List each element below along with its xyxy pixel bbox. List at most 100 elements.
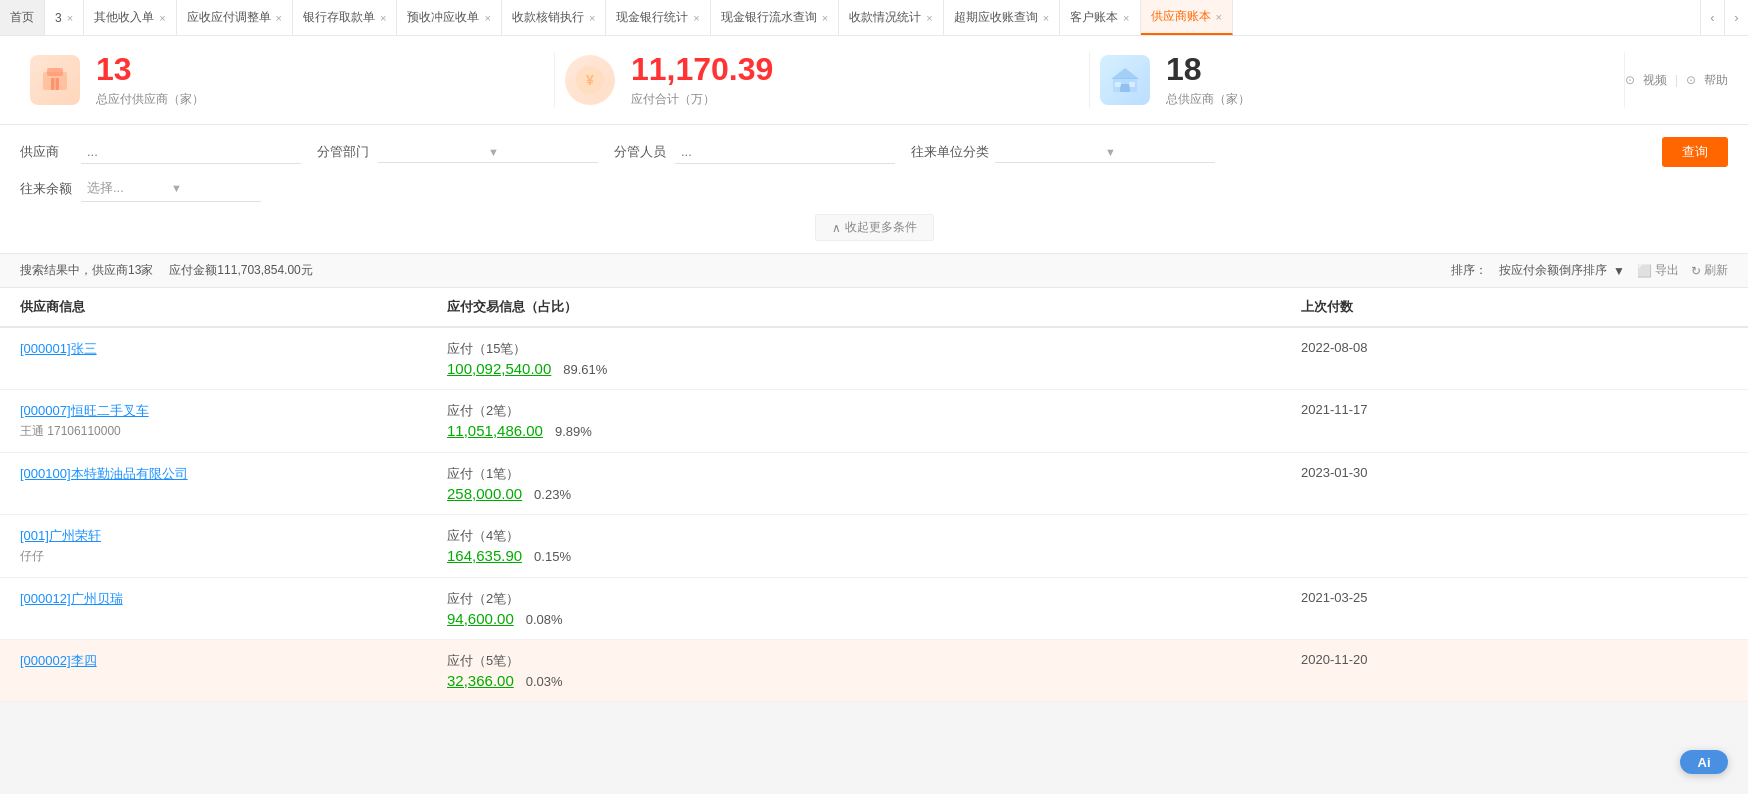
pay-percent-3: 0.15% xyxy=(534,549,571,564)
supplier-link-0[interactable]: [000001]张三 xyxy=(20,341,97,356)
pay-amount-4[interactable]: 94,600.00 xyxy=(447,610,514,627)
pay-info-cell-5: 应付（5笔）32,366.000.03% xyxy=(447,652,1301,689)
table-body: [000001]张三 应付（15笔） 100,092,540.00 89.61% 202… xyxy=(0,328,1748,702)
pay-row-2: 258,000.000.23% xyxy=(447,485,1301,502)
pay-label-0: 应付（15笔） xyxy=(447,340,1301,358)
nav-tab-customer-book[interactable]: 客户账本× xyxy=(1060,0,1140,35)
nav-tab-overdue-query[interactable]: 超期应收账查询× xyxy=(944,0,1060,35)
svg-rect-10 xyxy=(1129,82,1135,87)
nav-tab-close-ar-ap-adjust[interactable]: × xyxy=(276,12,282,24)
supplier-link-3[interactable]: [001]广州荣轩 xyxy=(20,528,101,543)
total-payable-info: 11,170.39 应付合计（万） xyxy=(631,52,773,108)
video-link[interactable]: 视频 xyxy=(1643,72,1667,89)
dept-select[interactable]: ▼ xyxy=(378,142,598,163)
pay-row-0: 100,092,540.00 89.61% xyxy=(447,360,1301,377)
pay-info-cell-2: 应付（1笔）258,000.000.23% xyxy=(447,465,1301,502)
nav-tab-ar-ap-adjust[interactable]: 应收应付调整单× xyxy=(177,0,293,35)
nav-tab-close-other-income[interactable]: × xyxy=(159,12,165,24)
pay-row-4: 94,600.00 0.08% xyxy=(447,610,1301,627)
result-supplier-count: 搜索结果中，供应商13家 xyxy=(20,262,153,279)
balance-dropdown-arrow: ▼ xyxy=(171,182,255,194)
pay-amount-0[interactable]: 100,092,540.00 xyxy=(447,360,551,377)
nav-tab-collection-stat[interactable]: 收款情况统计× xyxy=(839,0,943,35)
supplier-link-1[interactable]: [000007]恒旺二手叉车 xyxy=(20,403,149,418)
last-pay-cell-0: 2022-08-08 xyxy=(1301,340,1728,355)
supplier-link-5[interactable]: [000002]李四 xyxy=(20,653,97,668)
supplier-input[interactable] xyxy=(81,140,301,164)
result-info: 搜索结果中，供应商13家 应付金额111,703,854.00元 xyxy=(20,262,313,279)
pay-percent-0: 89.61% xyxy=(563,362,607,377)
nav-prev-arrow[interactable]: ‹ xyxy=(1700,0,1724,35)
supplier-icon xyxy=(30,55,80,105)
pay-amount-2[interactable]: 258,000.00 xyxy=(447,485,522,502)
table-row: [000002]李四 应付（5笔）32,366.000.03%2020-11-20 xyxy=(0,640,1748,702)
supplier-info-cell-2: [000100]本特勤油品有限公司 xyxy=(20,465,447,483)
money-icon: ¥ xyxy=(565,55,615,105)
col-header-supplier: 供应商信息 xyxy=(20,298,447,316)
pay-info-cell-1: 应付（2笔） 11,051,486.009.89% xyxy=(447,402,1301,439)
nav-tab-collection-verify[interactable]: 收款核销执行× xyxy=(502,0,606,35)
pay-amount-3[interactable]: 164,635.90 xyxy=(447,547,522,564)
svg-rect-9 xyxy=(1115,82,1121,87)
export-icon: ⬜ xyxy=(1637,264,1652,278)
filter-bar: 供应商 分管部门 ▼ 分管人员 往来单位分类 ▼ 查询 往来余额 选择 xyxy=(0,125,1748,254)
summary-bar: 13 总应付供应商（家） ¥ 11,170.39 应付合计（万） xyxy=(0,36,1748,125)
col-header-pay-info: 应付交易信息（占比） xyxy=(447,298,1301,316)
total-suppliers-info: 18 总供应商（家） xyxy=(1166,52,1250,108)
export-button[interactable]: ⬜ 导出 xyxy=(1637,262,1679,279)
nav-tab-close-collection-stat[interactable]: × xyxy=(926,12,932,24)
filter-row-2: 往来余额 选择... ▼ xyxy=(20,175,1728,202)
total-suppliers-label: 总供应商（家） xyxy=(1166,91,1250,108)
person-filter: 分管人员 xyxy=(614,140,895,164)
total-suppliers-count: 18 xyxy=(1166,52,1250,87)
pay-percent-4: 0.08% xyxy=(526,612,563,627)
category-select[interactable]: ▼ xyxy=(995,142,1215,163)
total-payable-label: 应付合计（万） xyxy=(631,91,773,108)
table-row: [001]广州荣轩仔仔应付（4笔）164,635.900.15% xyxy=(0,515,1748,578)
supplier-sub-3: 仔仔 xyxy=(20,548,447,565)
nav-tab-close-tab3[interactable]: × xyxy=(67,12,73,24)
nav-tab-close-bank-deposit[interactable]: × xyxy=(380,12,386,24)
nav-tab-supplier-book[interactable]: 供应商账本× xyxy=(1141,0,1233,35)
nav-tab-close-cash-bank-stat[interactable]: × xyxy=(693,12,699,24)
nav-tab-advance-charge[interactable]: 预收冲应收单× xyxy=(397,0,501,35)
balance-select[interactable]: 选择... ▼ xyxy=(81,175,261,202)
nav-tab-close-customer-book[interactable]: × xyxy=(1123,12,1129,24)
nav-tab-close-cash-bank-flow[interactable]: × xyxy=(822,12,828,24)
table-row: [000001]张三 应付（15笔） 100,092,540.00 89.61% 202… xyxy=(0,328,1748,390)
search-button[interactable]: 查询 xyxy=(1662,137,1728,167)
nav-tab-cash-bank-flow[interactable]: 现金银行流水查询× xyxy=(711,0,839,35)
col-header-last-pay: 上次付数 xyxy=(1301,298,1728,316)
pay-amount-5[interactable]: 32,366.00 xyxy=(447,672,514,689)
person-input[interactable] xyxy=(675,140,895,164)
nav-tab-tab3[interactable]: 3× xyxy=(45,0,84,35)
summary-card-total-suppliers: 18 总供应商（家） xyxy=(1090,52,1625,108)
nav-next-arrow[interactable]: › xyxy=(1724,0,1748,35)
nav-tab-close-overdue-query[interactable]: × xyxy=(1043,12,1049,24)
nav-tab-close-collection-verify[interactable]: × xyxy=(589,12,595,24)
supplier-link-2[interactable]: [000100]本特勤油品有限公司 xyxy=(20,466,188,481)
nav-tab-other-income[interactable]: 其他收入单× xyxy=(84,0,176,35)
balance-filter-label: 往来余额 xyxy=(20,180,75,198)
collapse-filter-button[interactable]: ∧ 收起更多条件 xyxy=(815,214,934,241)
filter-row-1: 供应商 分管部门 ▼ 分管人员 往来单位分类 ▼ 查询 xyxy=(20,137,1728,167)
refresh-button[interactable]: ↻ 刷新 xyxy=(1691,262,1728,279)
svg-rect-8 xyxy=(1120,84,1130,92)
pay-label-1: 应付（2笔） xyxy=(447,402,1301,420)
dept-filter-label: 分管部门 xyxy=(317,143,372,161)
top-right-links: ⊙ 视频 | ⊙ 帮助 xyxy=(1625,72,1728,89)
pay-row-1: 11,051,486.009.89% xyxy=(447,422,1301,439)
last-pay-cell-5: 2020-11-20 xyxy=(1301,652,1728,667)
nav-tab-home[interactable]: 首页 xyxy=(0,0,45,35)
dept-dropdown-arrow: ▼ xyxy=(488,146,592,158)
nav-tab-cash-bank-stat[interactable]: 现金银行统计× xyxy=(606,0,710,35)
nav-tab-bank-deposit[interactable]: 银行存取款单× xyxy=(293,0,397,35)
help-link[interactable]: 帮助 xyxy=(1704,72,1728,89)
supplier-link-4[interactable]: [000012]广州贝瑞 xyxy=(20,591,123,606)
sort-select[interactable]: 按应付余额倒序排序 ▼ xyxy=(1499,262,1625,279)
nav-tab-close-advance-charge[interactable]: × xyxy=(484,12,490,24)
pay-label-4: 应付（2笔） xyxy=(447,590,1301,608)
sort-select-value: 按应付余额倒序排序 xyxy=(1499,262,1607,279)
nav-tab-close-supplier-book[interactable]: × xyxy=(1216,11,1222,23)
pay-amount-1[interactable]: 11,051,486.00 xyxy=(447,422,543,439)
